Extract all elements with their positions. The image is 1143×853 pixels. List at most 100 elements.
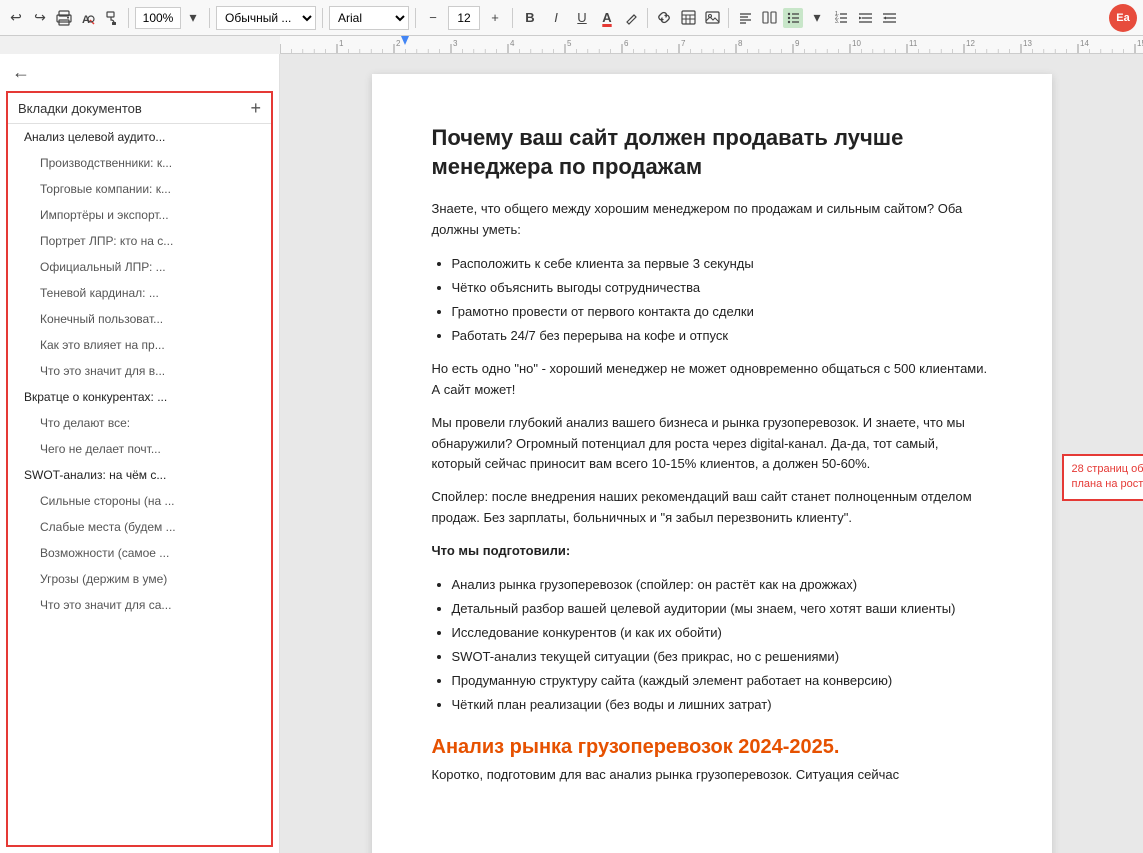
svg-text:8: 8 [738, 39, 743, 48]
numbering-icon[interactable]: 1.2.3. [831, 8, 851, 28]
svg-text:3.: 3. [835, 19, 839, 25]
list-item: Анализ рынка грузоперевозок (спойлер: он… [452, 574, 992, 596]
insert-table-icon[interactable] [678, 8, 698, 28]
tabs-header: Вкладки документов + [8, 93, 271, 124]
svg-text:7: 7 [681, 39, 686, 48]
tab-item-9[interactable]: Что это значит для в... [8, 358, 271, 384]
user-avatar[interactable]: Ea [1109, 4, 1137, 32]
tab-item-5[interactable]: Официальный ЛПР: ... [8, 254, 271, 280]
tab-item-6[interactable]: Теневой кардинал: ... [8, 280, 271, 306]
svg-text:15: 15 [1137, 39, 1143, 48]
style-dropdown[interactable]: Обычный ... [216, 6, 316, 30]
list-item: Продуманную структуру сайта (каждый элем… [452, 670, 992, 692]
font-color-icon[interactable]: A [597, 8, 617, 28]
font-size-input[interactable]: 12 [448, 6, 480, 30]
document-page: 28 страниц объем плана на рост Почему ва… [372, 74, 1052, 853]
section-subtitle: Коротко, подготовим для вас анализ рынка… [432, 765, 992, 786]
zoom-input[interactable]: 100% [135, 7, 181, 29]
list-item: Чёткий план реализации (без воды и лишни… [452, 694, 992, 716]
ruler-svg: // draw ruler ticks via JS below 1234567… [280, 36, 1143, 54]
tab-item-7[interactable]: Конечный пользоват... [8, 306, 271, 332]
divider-6 [647, 8, 648, 28]
divider-5 [512, 8, 513, 28]
svg-text:12: 12 [966, 39, 975, 48]
columns-icon[interactable] [759, 8, 779, 28]
outdent-icon[interactable] [879, 8, 899, 28]
list-item: Исследование конкурентов (и как их обойт… [452, 622, 992, 644]
list-item: Расположить к себе клиента за первые 3 с… [452, 253, 992, 275]
list-item: Детальный разбор вашей целевой аудитории… [452, 598, 992, 620]
list-1: Расположить к себе клиента за первые 3 с… [452, 253, 992, 347]
link-icon[interactable] [654, 8, 674, 28]
tab-item-2[interactable]: Торговые компании: к... [8, 176, 271, 202]
print-icon[interactable] [54, 8, 74, 28]
font-size-decrease-button[interactable]: − [422, 7, 444, 29]
font-name-dropdown[interactable]: Arial [329, 6, 409, 30]
svg-text:11: 11 [909, 39, 918, 48]
list-item: Чётко объяснить выгоды сотрудничества [452, 277, 992, 299]
document-area[interactable]: 28 страниц объем плана на рост Почему ва… [280, 54, 1143, 853]
svg-text:10: 10 [852, 39, 861, 48]
svg-text:1: 1 [339, 39, 344, 48]
toolbar: ↩ ↪ A 100% ▾ Обычный ... Arial − 12 + B … [0, 0, 1143, 36]
section-title: Анализ рынка грузоперевозок 2024-2025. [432, 736, 992, 759]
back-button[interactable]: ← [0, 54, 279, 91]
paragraph-1: Знаете, что общего между хорошим менедже… [432, 199, 992, 241]
spellcheck-icon[interactable]: A [78, 8, 98, 28]
paragraph-3: Мы провели глубокий анализ вашего бизнес… [432, 413, 992, 475]
add-tab-button[interactable]: + [250, 99, 261, 117]
tab-item-14[interactable]: Сильные стороны (на ... [8, 488, 271, 514]
format-paint-icon[interactable] [102, 8, 122, 28]
tab-item-17[interactable]: Угрозы (держим в уме) [8, 566, 271, 592]
tab-item-10[interactable]: Вкратце о конкурентах: ... [8, 384, 271, 410]
divider-7 [728, 8, 729, 28]
indent-icon[interactable] [855, 8, 875, 28]
what-we-prepared-label: Что мы подготовили: [432, 541, 992, 562]
tab-item-11[interactable]: Что делают все: [8, 410, 271, 436]
tab-item-16[interactable]: Возможности (самое ... [8, 540, 271, 566]
svg-text:2: 2 [396, 39, 401, 48]
font-size-increase-button[interactable]: + [484, 7, 506, 29]
svg-text:9: 9 [795, 39, 800, 48]
tabs-panel: Вкладки документов + Анализ целевой ауди… [6, 91, 273, 847]
highlight-icon[interactable] [621, 8, 641, 28]
divider-2 [209, 8, 210, 28]
divider-3 [322, 8, 323, 28]
italic-button[interactable]: I [545, 7, 567, 29]
align-icon[interactable] [735, 8, 755, 28]
tab-item-1[interactable]: Производственники: к... [8, 150, 271, 176]
tab-item-12[interactable]: Чего не делает почт... [8, 436, 271, 462]
underline-button[interactable]: U [571, 7, 593, 29]
insert-image-icon[interactable] [702, 8, 722, 28]
list-item: Грамотно провести от первого контакта до… [452, 301, 992, 323]
zoom-dropdown-icon[interactable]: ▾ [183, 8, 203, 28]
tab-item-3[interactable]: Импортёры и экспорт... [8, 202, 271, 228]
divider-4 [415, 8, 416, 28]
zoom-control[interactable]: 100% ▾ [135, 7, 203, 29]
svg-text:5: 5 [567, 39, 572, 48]
tab-item-13[interactable]: SWOT-анализ: на чём с... [8, 462, 271, 488]
main-layout: ← Вкладки документов + Анализ целевой ау… [0, 54, 1143, 853]
list-2: Анализ рынка грузоперевозок (спойлер: он… [452, 574, 992, 717]
svg-text:14: 14 [1080, 39, 1089, 48]
paragraph-2: Но есть одно "но" - хороший менеджер не … [432, 359, 992, 401]
tab-item-18[interactable]: Что это значит для са... [8, 592, 271, 618]
tab-item-15[interactable]: Слабые места (будем ... [8, 514, 271, 540]
divider-1 [128, 8, 129, 28]
svg-text:13: 13 [1023, 39, 1032, 48]
redo-icon[interactable]: ↪ [30, 8, 50, 28]
list-more-icon[interactable]: ▾ [807, 8, 827, 28]
svg-text:3: 3 [453, 39, 458, 48]
list-item: Работать 24/7 без перерыва на кофе и отп… [452, 325, 992, 347]
tab-item-4[interactable]: Портрет ЛПР: кто на с... [8, 228, 271, 254]
comment-text: 28 страниц объем плана на рост [1072, 463, 1143, 490]
bold-button[interactable]: B [519, 7, 541, 29]
undo-icon[interactable]: ↩ [6, 8, 26, 28]
tabs-list: Анализ целевой аудито...Производственник… [8, 124, 271, 845]
list-item: SWOT-анализ текущей ситуации (без прикра… [452, 646, 992, 668]
tab-item-8[interactable]: Как это влияет на пр... [8, 332, 271, 358]
tab-item-0[interactable]: Анализ целевой аудито... [8, 124, 271, 150]
comment-box: 28 страниц объем плана на рост [1062, 454, 1143, 501]
document-title: Почему ваш сайт должен продавать лучше м… [432, 124, 992, 181]
bullets-icon[interactable] [783, 8, 803, 28]
